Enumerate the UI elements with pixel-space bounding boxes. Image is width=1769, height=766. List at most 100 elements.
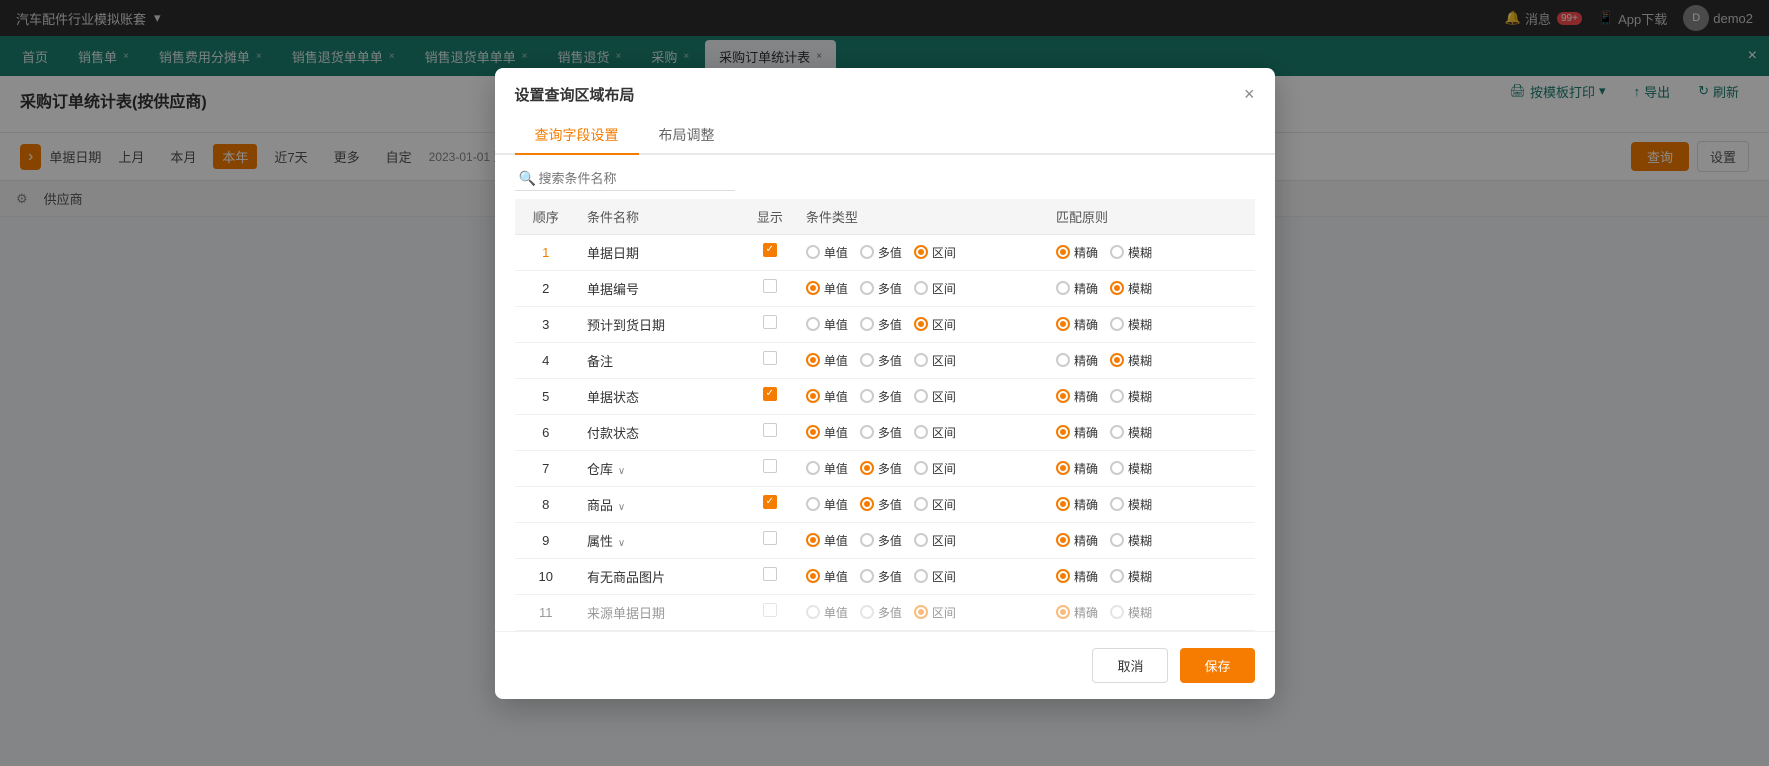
match-radio-精确[interactable]: 精确 [1056, 280, 1098, 297]
type-radio-单值[interactable]: 单值 [806, 388, 848, 405]
cell-type: 单值多值区间 [796, 378, 1046, 414]
display-checkbox[interactable] [763, 279, 777, 293]
match-radio-精确[interactable]: 精确 [1056, 604, 1098, 621]
match-radio-模糊[interactable]: 模糊 [1110, 280, 1152, 297]
type-radio-多值[interactable]: 多值 [860, 316, 902, 333]
type-radio-多值[interactable]: 多值 [860, 532, 902, 549]
display-checkbox[interactable] [763, 387, 777, 401]
type-radio-单值[interactable]: 单值 [806, 496, 848, 513]
radio-circle [860, 245, 874, 259]
cancel-button[interactable]: 取消 [1092, 648, 1168, 683]
type-radio-多值[interactable]: 多值 [860, 496, 902, 513]
modal-close-button[interactable]: × [1244, 85, 1255, 103]
match-radio-精确[interactable]: 精确 [1056, 424, 1098, 441]
display-checkbox[interactable] [763, 351, 777, 365]
type-radio-多值[interactable]: 多值 [860, 280, 902, 297]
type-radio-区间[interactable]: 区间 [914, 460, 956, 477]
type-radio-区间[interactable]: 区间 [914, 496, 956, 513]
cell-display [744, 451, 796, 481]
cell-match: 精确模糊 [1046, 558, 1254, 594]
match-radio-模糊[interactable]: 模糊 [1110, 496, 1152, 513]
radio-circle [914, 317, 928, 331]
type-radio-区间[interactable]: 区间 [914, 604, 956, 621]
type-radio-单值[interactable]: 单值 [806, 460, 848, 477]
match-radio-模糊[interactable]: 模糊 [1110, 460, 1152, 477]
type-radio-单值[interactable]: 单值 [806, 532, 848, 549]
type-radio-区间[interactable]: 区间 [914, 388, 956, 405]
match-radio-模糊[interactable]: 模糊 [1110, 424, 1152, 441]
type-radio-单值[interactable]: 单值 [806, 244, 848, 261]
type-radio-单值[interactable]: 单值 [806, 568, 848, 585]
type-radio-单值[interactable]: 单值 [806, 316, 848, 333]
display-checkbox[interactable] [763, 531, 777, 545]
dropdown-arrow[interactable]: ∨ [615, 502, 625, 513]
match-radio-精确[interactable]: 精确 [1056, 316, 1098, 333]
type-radio-区间[interactable]: 区间 [914, 568, 956, 585]
match-radio-模糊[interactable]: 模糊 [1110, 532, 1152, 549]
modal-search-area: 🔍 [495, 155, 1275, 199]
type-radio-多值[interactable]: 多值 [860, 352, 902, 369]
table-row: 11来源单据日期单值多值区间精确模糊 [515, 594, 1255, 630]
match-radio-模糊[interactable]: 模糊 [1110, 244, 1152, 261]
modal-overlay[interactable]: 设置查询区域布局 × 查询字段设置 布局调整 🔍 顺序 [0, 0, 1769, 766]
cell-type: 单值多值区间 [796, 270, 1046, 306]
match-radio-精确[interactable]: 精确 [1056, 460, 1098, 477]
radio-circle [914, 605, 928, 619]
dropdown-arrow[interactable]: ∨ [615, 538, 625, 549]
type-radio-单值[interactable]: 单值 [806, 424, 848, 441]
display-checkbox[interactable] [763, 423, 777, 437]
cell-order: 10 [515, 558, 578, 594]
match-radio-模糊[interactable]: 模糊 [1110, 568, 1152, 585]
type-radio-多值[interactable]: 多值 [860, 460, 902, 477]
search-input[interactable] [515, 167, 735, 191]
radio-circle [860, 461, 874, 475]
modal-tab-query-fields[interactable]: 查询字段设置 [515, 117, 639, 155]
cell-display [744, 595, 796, 625]
match-radio-精确[interactable]: 精确 [1056, 496, 1098, 513]
display-checkbox[interactable] [763, 603, 777, 617]
type-radio-区间[interactable]: 区间 [914, 352, 956, 369]
cell-display [744, 487, 796, 517]
type-radio-多值[interactable]: 多值 [860, 424, 902, 441]
match-radio-模糊[interactable]: 模糊 [1110, 604, 1152, 621]
radio-circle [1110, 353, 1124, 367]
match-radio-模糊[interactable]: 模糊 [1110, 388, 1152, 405]
type-radio-单值[interactable]: 单值 [806, 352, 848, 369]
match-radio-精确[interactable]: 精确 [1056, 532, 1098, 549]
display-checkbox[interactable] [763, 495, 777, 509]
display-checkbox[interactable] [763, 459, 777, 473]
type-radio-区间[interactable]: 区间 [914, 316, 956, 333]
type-radio-多值[interactable]: 多值 [860, 388, 902, 405]
type-radio-多值[interactable]: 多值 [860, 604, 902, 621]
type-radio-区间[interactable]: 区间 [914, 244, 956, 261]
match-radio-模糊[interactable]: 模糊 [1110, 316, 1152, 333]
cell-type: 单值多值区间 [796, 342, 1046, 378]
display-checkbox[interactable] [763, 567, 777, 581]
match-radio-精确[interactable]: 精确 [1056, 244, 1098, 261]
type-radio-多值[interactable]: 多值 [860, 568, 902, 585]
radio-circle [806, 425, 820, 439]
cell-type: 单值多值区间 [796, 486, 1046, 522]
cell-order: 9 [515, 522, 578, 558]
type-radio-区间[interactable]: 区间 [914, 424, 956, 441]
match-radio-模糊[interactable]: 模糊 [1110, 352, 1152, 369]
type-radio-多值[interactable]: 多值 [860, 244, 902, 261]
radio-circle [806, 317, 820, 331]
match-radio-精确[interactable]: 精确 [1056, 352, 1098, 369]
type-radio-区间[interactable]: 区间 [914, 280, 956, 297]
modal-tabs: 查询字段设置 布局调整 [495, 105, 1275, 155]
dropdown-arrow[interactable]: ∨ [615, 466, 625, 477]
type-radio-区间[interactable]: 区间 [914, 532, 956, 549]
cell-order: 2 [515, 270, 578, 306]
display-checkbox[interactable] [763, 243, 777, 257]
display-checkbox[interactable] [763, 315, 777, 329]
type-radio-单值[interactable]: 单值 [806, 280, 848, 297]
th-type: 条件类型 [796, 199, 1046, 235]
cell-type: 单值多值区间 [796, 522, 1046, 558]
match-radio-精确[interactable]: 精确 [1056, 388, 1098, 405]
match-radio-精确[interactable]: 精确 [1056, 568, 1098, 585]
modal-tab-layout[interactable]: 布局调整 [639, 117, 735, 155]
save-button[interactable]: 保存 [1180, 648, 1254, 683]
type-radio-单值[interactable]: 单值 [806, 604, 848, 621]
radio-circle [914, 353, 928, 367]
